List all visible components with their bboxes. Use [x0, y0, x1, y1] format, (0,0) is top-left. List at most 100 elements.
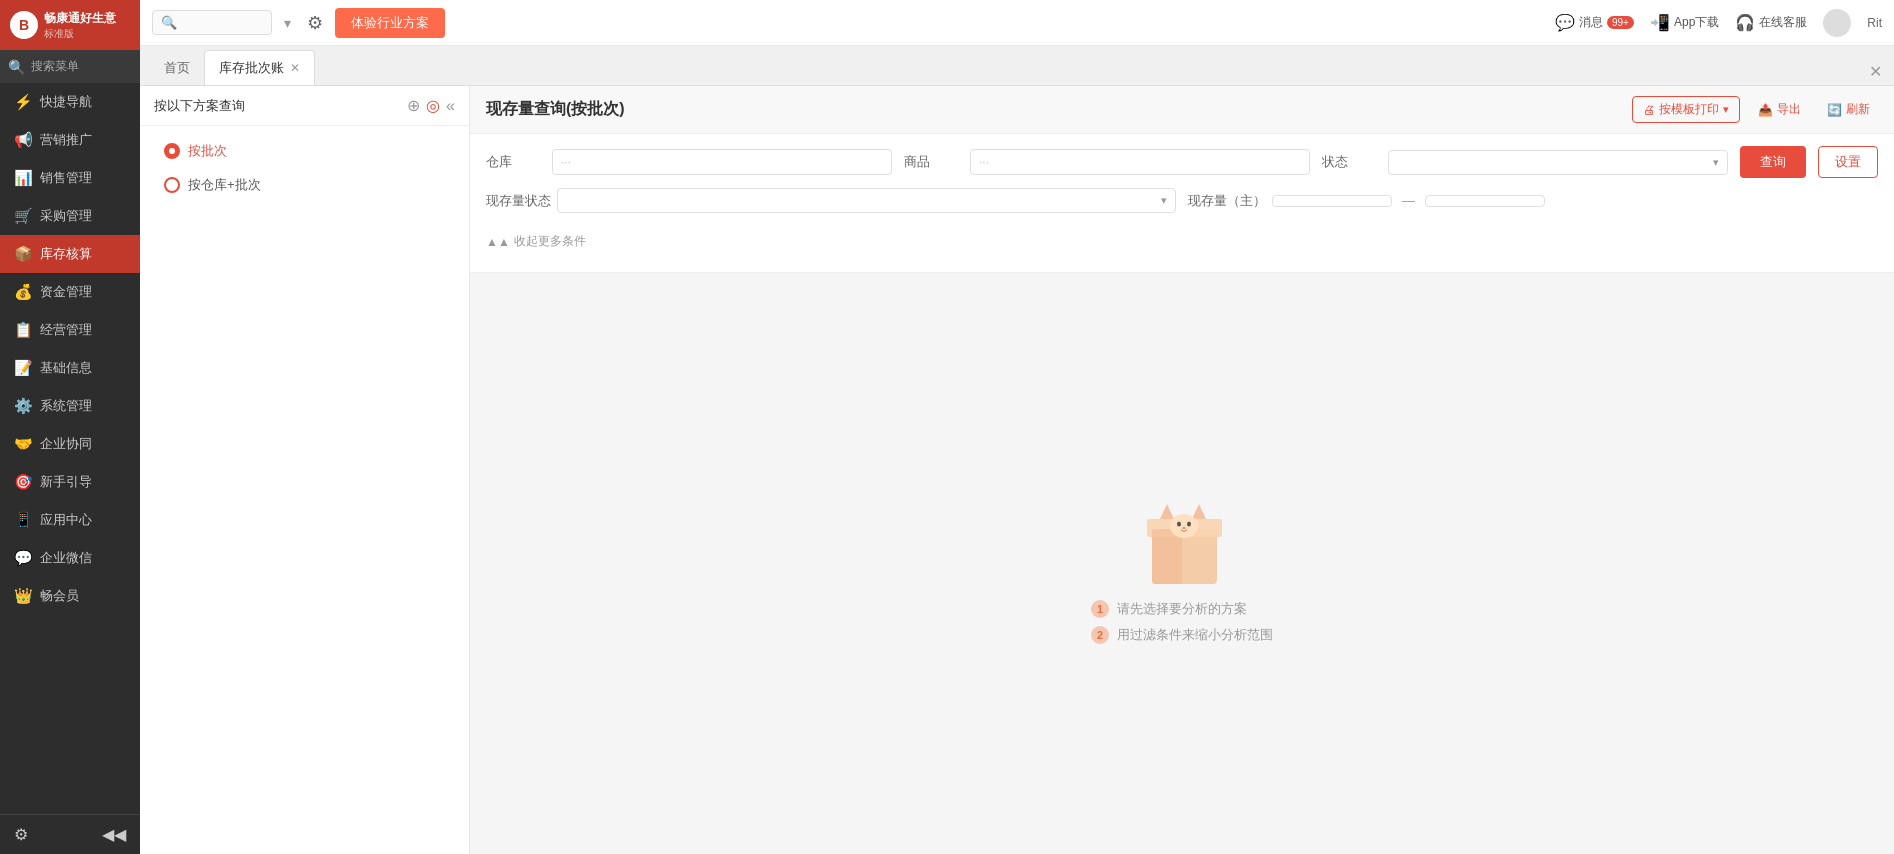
warehouse-input[interactable]: ··· — [552, 149, 892, 175]
inventory-qty-from[interactable] — [1272, 195, 1392, 207]
product-filter: 商品 ··· — [904, 149, 1310, 175]
company-name: 畅康通好生意 — [44, 10, 116, 27]
finance-icon: 💰 — [14, 283, 32, 301]
filter-row-2: 现存量状态 ▾ 现存量（主） — — [486, 188, 1878, 213]
tab-batch[interactable]: 库存批次账 ✕ — [204, 50, 315, 85]
sales-label: 销售管理 — [40, 169, 92, 187]
tab-batch-label: 库存批次账 — [219, 59, 284, 77]
scheme-dot-batch — [164, 143, 180, 159]
shortcut-icon: ⚡ — [14, 93, 32, 111]
inventory-icon: 📦 — [14, 245, 32, 263]
sidebar-item-operations[interactable]: 📋 经营管理 — [0, 311, 140, 349]
collapse-button[interactable]: ▲▲ 收起更多条件 — [486, 227, 1878, 256]
edition-label: 标准版 — [44, 27, 116, 41]
topbar-search-input[interactable] — [181, 16, 261, 30]
topbar-search-box[interactable]: 🔍 — [152, 10, 272, 35]
topbar-dropdown-icon[interactable]: ▾ — [280, 11, 295, 35]
left-panel-header: 按以下方案查询 ⊕ ◎ « — [140, 86, 469, 126]
sales-icon: 📊 — [14, 169, 32, 187]
refresh-icon: 🔄 — [1827, 103, 1842, 117]
export-label: 导出 — [1777, 101, 1801, 118]
export-button[interactable]: 📤 导出 — [1750, 97, 1809, 122]
sidebar-item-basic[interactable]: 📝 基础信息 — [0, 349, 140, 387]
tab-home[interactable]: 首页 — [150, 51, 204, 85]
sidebar-item-enterprise[interactable]: 🤝 企业协同 — [0, 425, 140, 463]
marketing-label: 营销推广 — [40, 131, 92, 149]
left-panel-title: 按以下方案查询 — [154, 97, 245, 115]
add-scheme-icon[interactable]: ⊕ — [407, 96, 420, 115]
messages-label: 消息 — [1579, 14, 1603, 31]
empty-state: 1 请先选择要分析的方案 2 用过滤条件来缩小分析范围 — [470, 273, 1894, 854]
scheme-dot-inner — [169, 148, 175, 154]
sidebar-item-newbie[interactable]: 🎯 新手引导 — [0, 463, 140, 501]
messages-badge: 99+ — [1607, 16, 1634, 29]
svg-point-6 — [1177, 521, 1181, 526]
sidebar-item-inventory[interactable]: 📦 库存核算 — [0, 235, 140, 273]
app-logo: B — [10, 11, 38, 39]
print-dropdown-icon[interactable]: ▾ — [1723, 103, 1729, 116]
search-menu-item[interactable]: 🔍 搜索菜单 — [0, 50, 140, 83]
inventory-qty-filter: 现存量（主） — — [1188, 192, 1878, 210]
search-menu-label: 搜索菜单 — [31, 58, 79, 75]
sidebar-item-shortcut[interactable]: ⚡ 快捷导航 — [0, 83, 140, 121]
newbie-icon: 🎯 — [14, 473, 32, 491]
sidebar-item-system[interactable]: ⚙️ 系统管理 — [0, 387, 140, 425]
refresh-button[interactable]: 🔄 刷新 — [1819, 97, 1878, 122]
sidebar-item-wechat[interactable]: 💬 企业微信 — [0, 539, 140, 577]
export-icon: 📤 — [1758, 103, 1773, 117]
collapse-sidebar-icon[interactable]: ◀◀ — [102, 825, 126, 844]
step-2-num: 2 — [1091, 626, 1109, 644]
status-select[interactable]: ▾ — [1388, 150, 1728, 175]
svg-point-8 — [1183, 527, 1186, 529]
sidebar-header: B 畅康通好生意 标准版 — [0, 0, 140, 50]
settings-button[interactable]: 设置 — [1818, 146, 1878, 178]
newbie-label: 新手引导 — [40, 473, 92, 491]
system-icon: ⚙️ — [14, 397, 32, 415]
finance-label: 资金管理 — [40, 283, 92, 301]
svg-point-7 — [1187, 521, 1191, 526]
print-button[interactable]: 🖨 按模板打印 ▾ — [1632, 96, 1740, 123]
empty-illustration — [1132, 484, 1232, 584]
scheme-settings-icon[interactable]: ◎ — [426, 96, 440, 115]
sidebar-footer: ⚙ ◀◀ — [0, 814, 140, 854]
sidebar-item-sales[interactable]: 📊 销售管理 — [0, 159, 140, 197]
topbar-gear-icon[interactable]: ⚙ — [303, 8, 327, 38]
online-service-button[interactable]: 🎧 在线客服 — [1735, 13, 1807, 32]
scheme-item-warehouse-batch[interactable]: 按仓库+批次 — [140, 168, 469, 202]
main-close-icon[interactable]: ✕ — [1865, 58, 1886, 85]
app-download-button[interactable]: 📲 App下载 — [1650, 13, 1719, 32]
filter-row-1: 仓库 ··· 商品 ··· 状态 — [486, 146, 1878, 178]
scheme-item-batch[interactable]: 按批次 — [140, 134, 469, 168]
tab-batch-close-icon[interactable]: ✕ — [290, 61, 300, 75]
panel-header-actions: ⊕ ◎ « — [407, 96, 455, 115]
content-area: 按以下方案查询 ⊕ ◎ « 按批次 按仓库+批次 — [140, 86, 1894, 854]
empty-text-list: 1 请先选择要分析的方案 2 用过滤条件来缩小分析范围 — [1091, 600, 1273, 644]
inventory-qty-to[interactable] — [1425, 195, 1545, 207]
wechat-icon: 💬 — [14, 549, 32, 567]
svg-marker-3 — [1160, 504, 1174, 519]
empty-step-1: 1 请先选择要分析的方案 — [1091, 600, 1273, 618]
inventory-label: 库存核算 — [40, 245, 92, 263]
experience-button[interactable]: 体验行业方案 — [335, 8, 445, 38]
product-input[interactable]: ··· — [970, 149, 1310, 175]
sidebar-item-marketing[interactable]: 📢 营销推广 — [0, 121, 140, 159]
svg-rect-2 — [1152, 529, 1182, 584]
app-download-icon: 📲 — [1650, 13, 1670, 32]
empty-step-2: 2 用过滤条件来缩小分析范围 — [1091, 626, 1273, 644]
sidebar-item-purchase[interactable]: 🛒 采购管理 — [0, 197, 140, 235]
print-label: 按模板打印 — [1659, 101, 1719, 118]
query-button[interactable]: 查询 — [1740, 146, 1806, 178]
tab-home-label: 首页 — [164, 59, 190, 77]
page-title: 现存量查询(按批次) — [486, 99, 625, 120]
sidebar-item-finance[interactable]: 💰 资金管理 — [0, 273, 140, 311]
collapse-panel-icon[interactable]: « — [446, 97, 455, 115]
appstore-label: 应用中心 — [40, 511, 92, 529]
user-avatar[interactable] — [1823, 9, 1851, 37]
sidebar-item-appstore[interactable]: 📱 应用中心 — [0, 501, 140, 539]
inventory-status-dropdown-icon: ▾ — [1161, 194, 1167, 207]
status-label: 状态 — [1322, 153, 1382, 171]
sidebar-item-member[interactable]: 👑 畅会员 — [0, 577, 140, 615]
messages-button[interactable]: 💬 消息 99+ — [1555, 13, 1634, 32]
inventory-status-select[interactable]: ▾ — [557, 188, 1176, 213]
settings-icon[interactable]: ⚙ — [14, 825, 28, 844]
